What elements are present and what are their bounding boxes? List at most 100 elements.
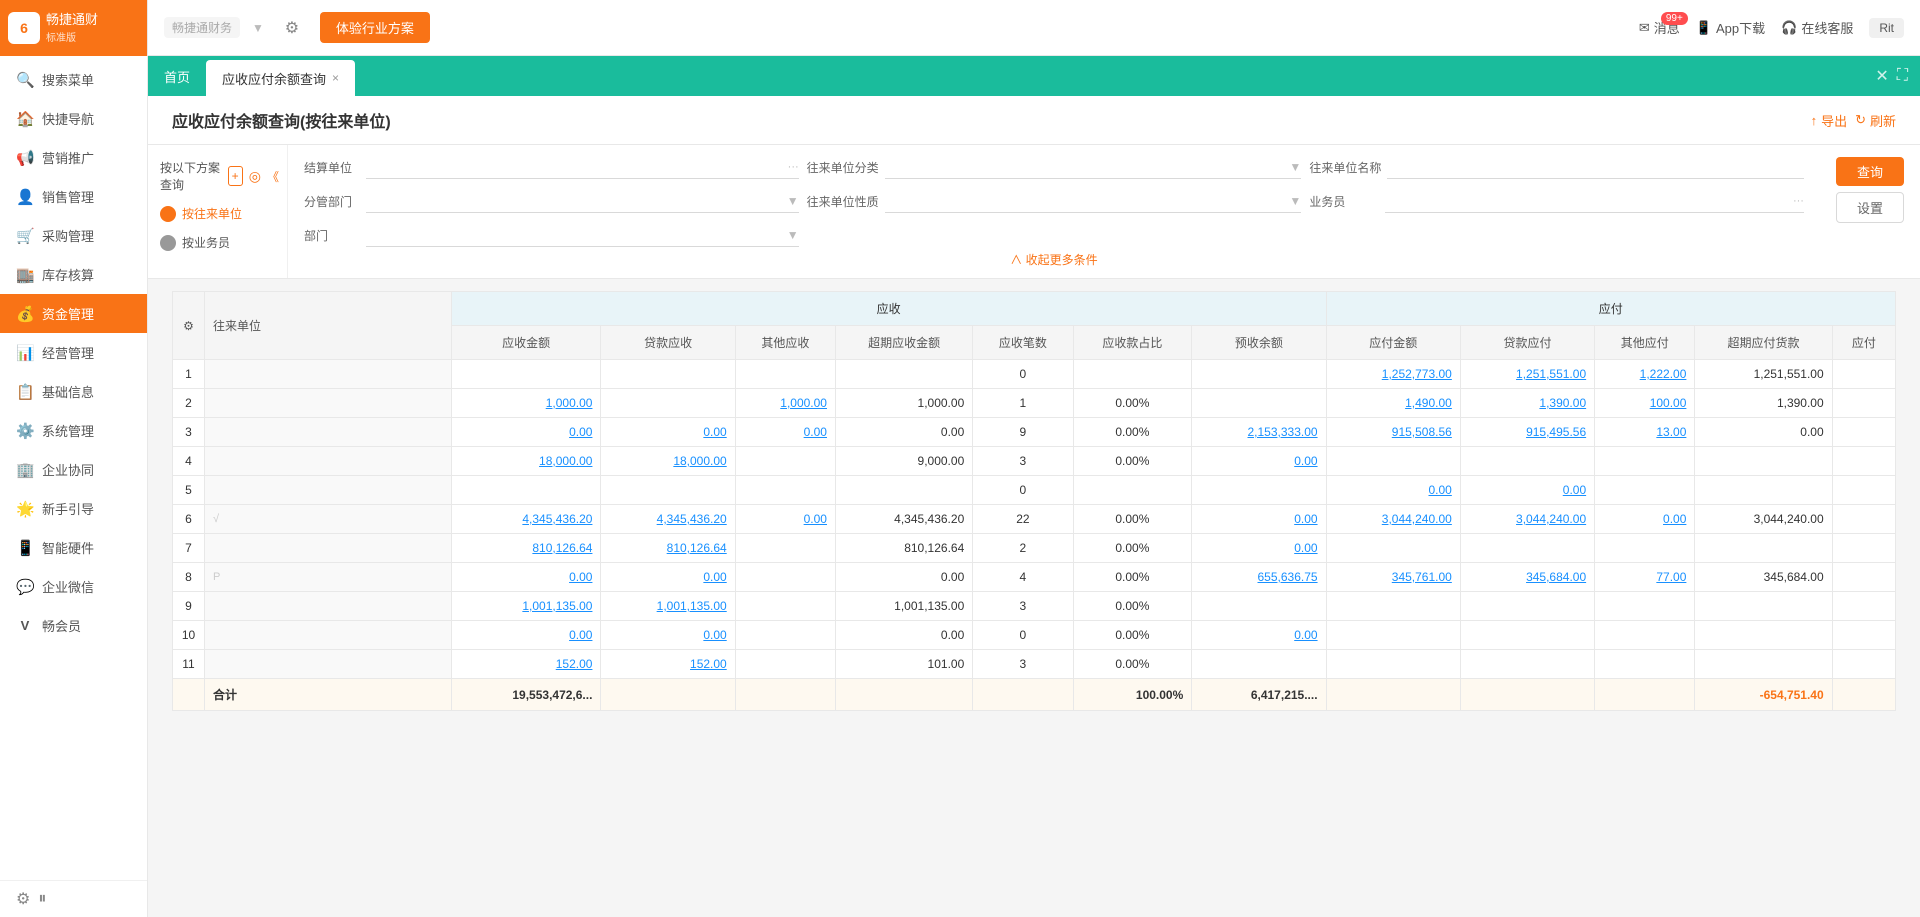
set-btn[interactable]: 设置 (1836, 192, 1904, 223)
filter-collapse-btn[interactable]: ∧ 收起更多条件 (304, 251, 1804, 268)
sidebar-item-beginner[interactable]: 🌟 新手引导 (0, 489, 147, 528)
unit-category-input[interactable] (885, 160, 1290, 174)
sidebar-item-hardware[interactable]: 📱 智能硬件 (0, 528, 147, 567)
filter-collapse-left-icon[interactable]: 《 (267, 168, 279, 185)
row-ar-overdue (835, 360, 972, 389)
dept-manager-label: 分管部门 (304, 193, 360, 210)
table-row: 10 0.00 0.00 0.00 0 0.00% 0.00 (173, 621, 1896, 650)
row-partner: √ (205, 505, 452, 534)
topbar-app-name: 畅捷通财务 (164, 17, 240, 38)
row-ar-prepaid (1192, 360, 1326, 389)
tab-ar-query[interactable]: 应收应付余额查询 × (206, 60, 355, 96)
topbar: 畅捷通财务 ▼ ⚙ 体验行业方案 ✉ 消息 99+ 📱 App下载 🎧 在线客服… (148, 0, 1920, 56)
dept-input[interactable] (366, 228, 787, 242)
filter-label: 按以下方案查询 (160, 159, 222, 193)
row-ap-overdue: 345,684.00 (1695, 563, 1832, 592)
sidebar-item-marketing[interactable]: 📢 营销推广 (0, 138, 147, 177)
row-ar-amount: 18,000.00 (451, 447, 601, 476)
chevron-down-icon[interactable]: ▼ (252, 21, 264, 35)
sidebar-item-basic[interactable]: 📋 基础信息 (0, 372, 147, 411)
row-no: 9 (173, 592, 205, 621)
sidebar-item-system[interactable]: ⚙️ 系统管理 (0, 411, 147, 450)
page-title: 应收应付余额查询(按往来单位) (172, 108, 391, 144)
query-option-by-unit[interactable]: 按往来单位 (148, 199, 287, 228)
app-download-btn[interactable]: 📱 App下载 (1696, 18, 1765, 37)
row-ap-loan: 1,390.00 (1460, 389, 1594, 418)
row-ar-loan (601, 389, 735, 418)
query-option-by-staff[interactable]: 按业务员 (148, 228, 287, 257)
row-ar-other (735, 563, 835, 592)
sidebar-item-sales[interactable]: 👤 销售管理 (0, 177, 147, 216)
salesperson-dots: ··· (1793, 195, 1804, 207)
page-actions: ↑ 导出 ↻ 刷新 (1811, 111, 1896, 142)
row-ap-loan (1460, 650, 1594, 679)
online-service-btn[interactable]: 🎧 在线客服 (1781, 18, 1853, 37)
col-ar-ratio: 应收款占比 (1073, 326, 1192, 360)
tab-home[interactable]: 首页 (148, 56, 206, 96)
row-ap-overdue (1695, 621, 1832, 650)
filter-settings-icon[interactable]: ◎ (249, 168, 261, 185)
sales-icon: 👤 (16, 188, 34, 206)
search-icon: 🔍 (16, 71, 34, 89)
sidebar-item-purchase[interactable]: 🛒 采购管理 (0, 216, 147, 255)
sidebar-logo: 6 畅捷通财 标准版 (0, 0, 147, 56)
sidebar-item-finance[interactable]: 💰 资金管理 (0, 294, 147, 333)
row-ar-prepaid (1192, 650, 1326, 679)
trial-btn[interactable]: 体验行业方案 (320, 12, 430, 43)
row-ar-ratio: 0.00% (1073, 418, 1192, 447)
row-no: 4 (173, 447, 205, 476)
row-ar-count: 0 (973, 476, 1073, 505)
export-btn[interactable]: ↑ 导出 (1811, 111, 1848, 130)
sidebar-item-wechat[interactable]: 💬 企业微信 (0, 567, 147, 606)
row-ap-other (1595, 534, 1695, 563)
add-filter-btn[interactable]: + (228, 166, 243, 186)
col-settings-header[interactable]: ⚙ (173, 292, 205, 360)
sidebar-item-enterprise[interactable]: 🏢 企业协同 (0, 450, 147, 489)
window-expand-icon[interactable]: ⛶ (1897, 67, 1908, 85)
filter-dept: 部门 ▼ (304, 223, 799, 247)
sidebar-item-inventory[interactable]: 🏬 库存核算 (0, 255, 147, 294)
row-ar-loan: 0.00 (601, 563, 735, 592)
salesperson-input[interactable] (1385, 194, 1793, 208)
row-ar-overdue (835, 476, 972, 505)
refresh-btn[interactable]: ↻ 刷新 (1855, 111, 1896, 130)
settlement-unit-input[interactable] (366, 160, 788, 174)
table-row: 9 1,001,135.00 1,001,135.00 1,001,135.00… (173, 592, 1896, 621)
table-row: 1 0 1,252,773.00 1,251,551.00 1,222.00 1… (173, 360, 1896, 389)
refresh-icon: ↻ (1855, 112, 1866, 128)
user-menu[interactable]: Rit (1869, 18, 1904, 38)
table-row: 7 810,126.64 810,126.64 810,126.64 2 0.0… (173, 534, 1896, 563)
row-ar-prepaid (1192, 476, 1326, 505)
total-row: 合计 19,553,472,6... 100.00% 6,417,215....… (173, 679, 1896, 711)
row-ap-other: 100.00 (1595, 389, 1695, 418)
unit-name-input[interactable] (1387, 160, 1804, 174)
col-ap-more: 应付 (1832, 326, 1895, 360)
sidebar-item-label: 系统管理 (42, 421, 94, 440)
sidebar-item-label: 智能硬件 (42, 538, 94, 557)
col-ap-loan: 贷款应付 (1460, 326, 1594, 360)
sidebar-item-operation[interactable]: 📊 经营管理 (0, 333, 147, 372)
sidebar-item-label: 快捷导航 (42, 109, 94, 128)
row-ar-amount: 0.00 (451, 418, 601, 447)
gear-icon[interactable]: ⚙ (276, 12, 308, 44)
sidebar-item-member[interactable]: V 畅会员 (0, 606, 147, 645)
sidebar-item-search[interactable]: 🔍 搜索菜单 (0, 60, 147, 99)
total-ap-overdue: -654,751.40 (1695, 679, 1832, 711)
message-btn[interactable]: ✉ 消息 99+ (1639, 18, 1680, 37)
filter-dept-manager: 分管部门 ▼ (304, 189, 799, 213)
row-ar-prepaid (1192, 389, 1326, 418)
sidebar-item-quicknav[interactable]: 🏠 快捷导航 (0, 99, 147, 138)
settings-icon[interactable]: ⚙ (16, 889, 30, 909)
row-ar-amount: 0.00 (451, 621, 601, 650)
dept-manager-input[interactable] (366, 194, 787, 208)
unit-nature-input[interactable] (885, 194, 1290, 208)
col-ar-loan: 贷款应收 (601, 326, 735, 360)
window-close-icon[interactable]: ✕ (1875, 66, 1888, 86)
message-icon: ✉ (1639, 20, 1650, 36)
query-option-label: 按往来单位 (182, 205, 242, 222)
tab-close-icon[interactable]: × (332, 71, 339, 85)
row-ar-ratio: 0.00% (1073, 534, 1192, 563)
query-btn[interactable]: 查询 (1836, 157, 1904, 186)
collapse-icon[interactable]: ⏸ (38, 890, 46, 908)
filter-row-2: 分管部门 ▼ 往来单位性质 ▼ 业务员 (304, 189, 1804, 213)
